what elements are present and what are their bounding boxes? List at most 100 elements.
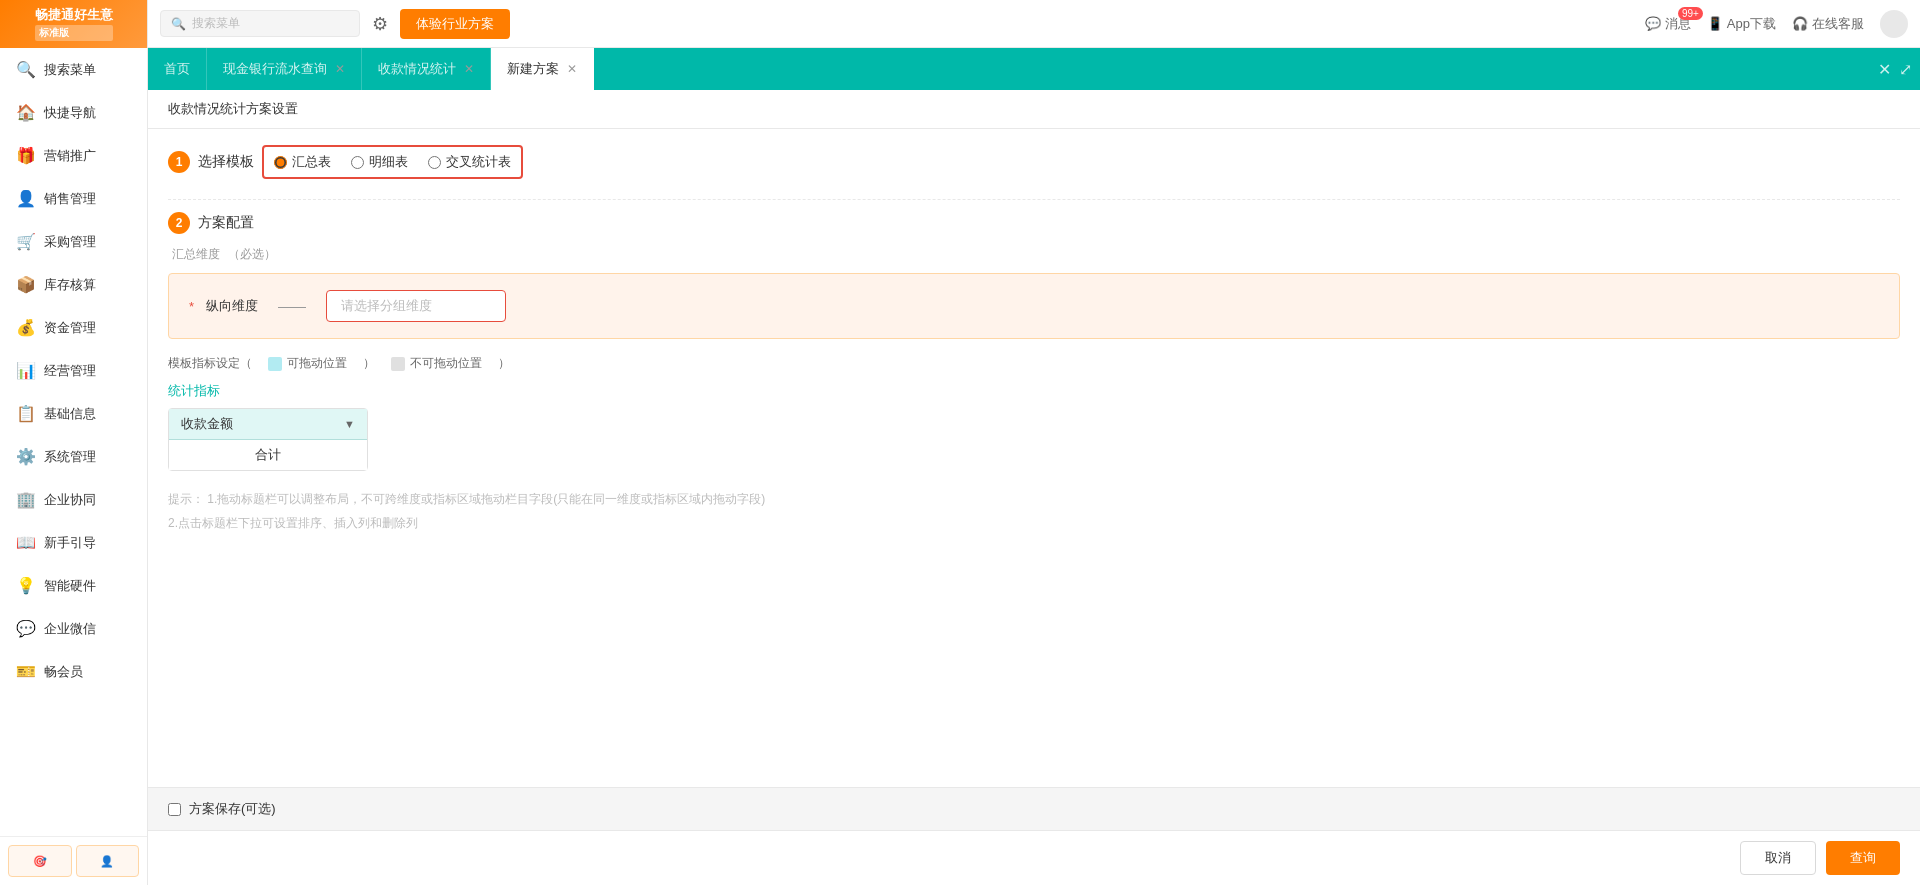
sidebar-footer-btn1[interactable]: 🎯 bbox=[8, 845, 72, 877]
radio-detail-input[interactable] bbox=[351, 156, 364, 169]
sidebar-item-search-menu[interactable]: 🔍 搜索菜单 bbox=[0, 48, 147, 91]
sidebar: 畅捷通好生意 标准版 🔍 搜索菜单 🏠 快捷导航 🎁 营销推广 👤 销售管理 🛒… bbox=[0, 0, 148, 885]
sidebar-item-label: 企业微信 bbox=[44, 620, 96, 638]
logo-badge: 标准版 bbox=[35, 25, 113, 41]
form-container: 1 选择模板 汇总表 明细表 交叉统计表 bbox=[148, 129, 1920, 787]
tip-line1: 提示： 1.拖动标题栏可以调整布局，不可跨维度或指标区域拖动栏目字段(只能在同一… bbox=[168, 487, 1900, 511]
tip2-text: 2.点击标题栏下拉可设置排序、插入列和删除列 bbox=[168, 511, 418, 535]
sidebar-item-operations[interactable]: 📊 经营管理 bbox=[0, 349, 147, 392]
page-title-bar: 收款情况统计方案设置 bbox=[148, 90, 1920, 129]
step1-title: 选择模板 bbox=[198, 153, 254, 171]
sidebar-item-label: 快捷导航 bbox=[44, 104, 96, 122]
support-icon: 🎧 bbox=[1792, 16, 1808, 31]
query-button[interactable]: 查询 bbox=[1826, 841, 1900, 875]
cancel-button[interactable]: 取消 bbox=[1740, 841, 1816, 875]
save-checkbox[interactable] bbox=[168, 803, 181, 816]
beginner-icon: 📖 bbox=[16, 533, 36, 552]
basic-info-icon: 📋 bbox=[16, 404, 36, 423]
tab-home[interactable]: 首页 bbox=[148, 48, 207, 90]
operations-icon: 📊 bbox=[16, 361, 36, 380]
step1-circle: 1 bbox=[168, 151, 190, 173]
indicator-header-row[interactable]: 收款金额 ▼ bbox=[169, 409, 367, 440]
dimension-field-label: 纵向维度 bbox=[206, 297, 258, 315]
indicator-settings: 模板指标设定（ 可拖动位置 ） 不可拖动位置 ） 统计指标 bbox=[168, 355, 1900, 471]
save-option-bar: 方案保存(可选) bbox=[148, 787, 1920, 830]
sidebar-item-sales[interactable]: 👤 销售管理 bbox=[0, 177, 147, 220]
radio-detail-label: 明细表 bbox=[369, 153, 408, 171]
sidebar-item-label: 畅会员 bbox=[44, 663, 83, 681]
sidebar-footer: 🎯 👤 bbox=[0, 836, 147, 885]
dimension-input[interactable]: 请选择分组维度 bbox=[326, 290, 506, 322]
tab-bank-flow-close[interactable]: ✕ bbox=[335, 62, 345, 76]
tab-maximize-icon[interactable]: ⤢ bbox=[1899, 60, 1912, 79]
tab-new-plan[interactable]: 新建方案 ✕ bbox=[491, 48, 594, 90]
legend-label: 模板指标设定（ bbox=[168, 355, 252, 372]
sales-icon: 👤 bbox=[16, 189, 36, 208]
notification-btn[interactable]: 💬 消息 99+ bbox=[1645, 15, 1691, 33]
step2-section: 2 方案配置 汇总维度 （必选） * 纵向维度 —— 请选择分组维度 bbox=[168, 212, 1900, 535]
indicator-sub-cell: 合计 bbox=[169, 440, 367, 470]
sidebar-item-system[interactable]: ⚙️ 系统管理 bbox=[0, 435, 147, 478]
sidebar-item-wechat[interactable]: 💬 企业微信 bbox=[0, 607, 147, 650]
radio-cross-label: 交叉统计表 bbox=[446, 153, 511, 171]
tab-receipt-stats-close[interactable]: ✕ bbox=[464, 62, 474, 76]
sidebar-item-label: 资金管理 bbox=[44, 319, 96, 337]
sidebar-item-member[interactable]: 🎫 畅会员 bbox=[0, 650, 147, 693]
search-bar[interactable]: 🔍 搜索菜单 bbox=[160, 10, 360, 37]
tab-home-label: 首页 bbox=[164, 60, 190, 78]
sidebar-item-marketing[interactable]: 🎁 营销推广 bbox=[0, 134, 147, 177]
sidebar-item-label: 企业协同 bbox=[44, 491, 96, 509]
step2-circle: 2 bbox=[168, 212, 190, 234]
app-download-btn[interactable]: 📱 App下载 bbox=[1707, 15, 1776, 33]
tab-bar-actions: ✕ ⤢ bbox=[1878, 60, 1920, 79]
sidebar-item-quick-nav[interactable]: 🏠 快捷导航 bbox=[0, 91, 147, 134]
step1-header: 1 选择模板 汇总表 明细表 交叉统计表 bbox=[168, 145, 1900, 179]
online-support-btn[interactable]: 🎧 在线客服 bbox=[1792, 15, 1864, 33]
legend-nodrag: 不可拖动位置 bbox=[391, 355, 482, 372]
radio-detail[interactable]: 明细表 bbox=[351, 153, 408, 171]
sidebar-item-finance[interactable]: 💰 资金管理 bbox=[0, 306, 147, 349]
indicator-label: 统计指标 bbox=[168, 382, 1900, 400]
sidebar-item-enterprise[interactable]: 🏢 企业协同 bbox=[0, 478, 147, 521]
sidebar-item-beginner[interactable]: 📖 新手引导 bbox=[0, 521, 147, 564]
dimension-label: 汇总维度 （必选） bbox=[168, 246, 1900, 263]
finance-icon: 💰 bbox=[16, 318, 36, 337]
indicator-header-cell: 收款金额 bbox=[181, 415, 233, 433]
divider1 bbox=[168, 199, 1900, 200]
dimension-arrow: —— bbox=[278, 298, 306, 314]
user-avatar[interactable] bbox=[1880, 10, 1908, 38]
tab-bank-flow-label: 现金银行流水查询 bbox=[223, 60, 327, 78]
settings-icon[interactable]: ⚙ bbox=[372, 13, 388, 35]
quick-nav-icon: 🏠 bbox=[16, 103, 36, 122]
indicator-dropdown-icon[interactable]: ▼ bbox=[344, 418, 355, 430]
marketing-icon: 🎁 bbox=[16, 146, 36, 165]
radio-cross-input[interactable] bbox=[428, 156, 441, 169]
sidebar-item-purchase[interactable]: 🛒 采购管理 bbox=[0, 220, 147, 263]
sidebar-footer-btn2[interactable]: 👤 bbox=[76, 845, 140, 877]
sidebar-item-label: 库存核算 bbox=[44, 276, 96, 294]
tab-close-all-icon[interactable]: ✕ bbox=[1878, 60, 1891, 79]
radio-cross[interactable]: 交叉统计表 bbox=[428, 153, 511, 171]
sidebar-item-inventory[interactable]: 📦 库存核算 bbox=[0, 263, 147, 306]
industry-btn[interactable]: 体验行业方案 bbox=[400, 9, 510, 39]
sidebar-item-basic-info[interactable]: 📋 基础信息 bbox=[0, 392, 147, 435]
top-header: 🔍 搜索菜单 ⚙ 体验行业方案 💬 消息 99+ 📱 App下载 🎧 在线客服 bbox=[148, 0, 1920, 48]
sidebar-item-label: 搜索菜单 bbox=[44, 61, 96, 79]
sidebar-item-smart-hw[interactable]: 💡 智能硬件 bbox=[0, 564, 147, 607]
step1-section: 1 选择模板 汇总表 明细表 交叉统计表 bbox=[168, 145, 1900, 179]
tab-new-plan-close[interactable]: ✕ bbox=[567, 62, 577, 76]
radio-summary[interactable]: 汇总表 bbox=[274, 153, 331, 171]
page-title: 收款情况统计方案设置 bbox=[168, 101, 298, 116]
legend-nodrag-label: 不可拖动位置 bbox=[410, 355, 482, 372]
content-area: 收款情况统计方案设置 1 选择模板 汇总表 明细表 bbox=[148, 90, 1920, 885]
smart-hw-icon: 💡 bbox=[16, 576, 36, 595]
sidebar-item-label: 基础信息 bbox=[44, 405, 96, 423]
tab-bank-flow[interactable]: 现金银行流水查询 ✕ bbox=[207, 48, 362, 90]
radio-summary-input[interactable] bbox=[274, 156, 287, 169]
message-icon: 💬 bbox=[1645, 16, 1661, 31]
sidebar-item-label: 系统管理 bbox=[44, 448, 96, 466]
tips-section: 提示： 1.拖动标题栏可以调整布局，不可跨维度或指标区域拖动栏目字段(只能在同一… bbox=[168, 487, 1900, 535]
tab-bar: 首页 现金银行流水查询 ✕ 收款情况统计 ✕ 新建方案 ✕ ✕ ⤢ bbox=[148, 48, 1920, 90]
sidebar-nav: 🔍 搜索菜单 🏠 快捷导航 🎁 营销推广 👤 销售管理 🛒 采购管理 📦 库存核… bbox=[0, 48, 147, 836]
tab-receipt-stats[interactable]: 收款情况统计 ✕ bbox=[362, 48, 491, 90]
